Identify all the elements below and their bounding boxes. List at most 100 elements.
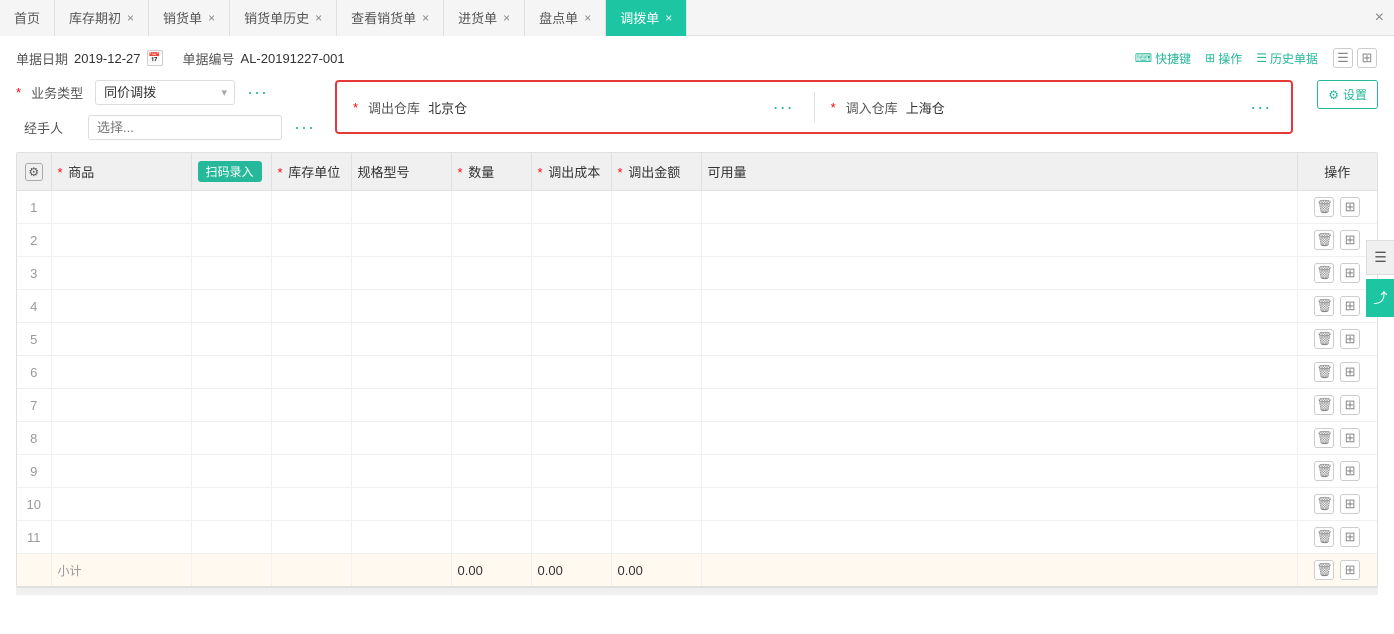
- row-cost-11[interactable]: [531, 521, 611, 554]
- row-goods-5[interactable]: [51, 323, 191, 356]
- row-amount-1[interactable]: [611, 191, 701, 224]
- date-value[interactable]: 2019-12-27: [74, 51, 141, 66]
- row-unit-6[interactable]: [271, 356, 351, 389]
- tab-close-sales-history[interactable]: ×: [315, 11, 322, 25]
- row-qty-11[interactable]: [451, 521, 531, 554]
- copy-row-9-button[interactable]: ⊞: [1340, 461, 1360, 481]
- tab-close-transfer[interactable]: ×: [665, 11, 672, 25]
- row-qty-3[interactable]: [451, 257, 531, 290]
- row-goods-4[interactable]: [51, 290, 191, 323]
- row-cost-3[interactable]: [531, 257, 611, 290]
- row-unit-9[interactable]: [271, 455, 351, 488]
- row-amount-4[interactable]: [611, 290, 701, 323]
- tab-close-stocktake[interactable]: ×: [584, 11, 591, 25]
- row-amount-7[interactable]: [611, 389, 701, 422]
- row-qty-6[interactable]: [451, 356, 531, 389]
- warehouse-in-more-btn[interactable]: ···: [1246, 97, 1275, 118]
- tab-close-purchase[interactable]: ×: [503, 11, 510, 25]
- row-cost-8[interactable]: [531, 422, 611, 455]
- row-cost-9[interactable]: [531, 455, 611, 488]
- view-grid-btn[interactable]: ⊞: [1357, 48, 1377, 68]
- tab-purchase[interactable]: 进货单 ×: [444, 0, 525, 36]
- row-amount-10[interactable]: [611, 488, 701, 521]
- row-amount-11[interactable]: [611, 521, 701, 554]
- row-goods-3[interactable]: [51, 257, 191, 290]
- row-goods-6[interactable]: [51, 356, 191, 389]
- row-spec-9[interactable]: [351, 455, 451, 488]
- subtotal-delete-btn[interactable]: 🗑: [1314, 560, 1334, 580]
- row-qty-9[interactable]: [451, 455, 531, 488]
- row-qty-8[interactable]: [451, 422, 531, 455]
- handler-input[interactable]: [88, 115, 282, 140]
- row-goods-11[interactable]: [51, 521, 191, 554]
- row-qty-4[interactable]: [451, 290, 531, 323]
- warehouse-in-value[interactable]: 上海仓: [906, 98, 945, 117]
- scan-input-button[interactable]: 扫码录入: [198, 161, 262, 182]
- row-spec-3[interactable]: [351, 257, 451, 290]
- tab-inventory-init[interactable]: 库存期初 ×: [55, 0, 149, 36]
- row-amount-2[interactable]: [611, 224, 701, 257]
- tab-close-inventory-init[interactable]: ×: [127, 11, 134, 25]
- tab-transfer[interactable]: 调拨单 ×: [606, 0, 687, 36]
- row-spec-11[interactable]: [351, 521, 451, 554]
- float-list-icon[interactable]: ☰: [1366, 240, 1394, 275]
- settings-button[interactable]: ⚙ 设置: [1317, 80, 1378, 109]
- row-unit-11[interactable]: [271, 521, 351, 554]
- row-spec-10[interactable]: [351, 488, 451, 521]
- row-qty-7[interactable]: [451, 389, 531, 422]
- delete-row-4-button[interactable]: 🗑: [1314, 296, 1334, 316]
- row-spec-8[interactable]: [351, 422, 451, 455]
- row-amount-5[interactable]: [611, 323, 701, 356]
- copy-row-11-button[interactable]: ⊞: [1340, 527, 1360, 547]
- tab-close-sales-order[interactable]: ×: [208, 11, 215, 25]
- row-qty-2[interactable]: [451, 224, 531, 257]
- row-cost-5[interactable]: [531, 323, 611, 356]
- copy-row-5-button[interactable]: ⊞: [1340, 329, 1360, 349]
- tab-home[interactable]: 首页: [0, 0, 55, 36]
- row-unit-8[interactable]: [271, 422, 351, 455]
- row-cost-2[interactable]: [531, 224, 611, 257]
- operations-btn[interactable]: ⊞ 操作: [1205, 50, 1242, 67]
- row-qty-10[interactable]: [451, 488, 531, 521]
- row-goods-2[interactable]: [51, 224, 191, 257]
- row-spec-4[interactable]: [351, 290, 451, 323]
- tab-close-all-button[interactable]: ×: [1365, 0, 1394, 36]
- tab-view-sales[interactable]: 查看销货单 ×: [337, 0, 444, 36]
- row-amount-9[interactable]: [611, 455, 701, 488]
- row-spec-2[interactable]: [351, 224, 451, 257]
- row-cost-4[interactable]: [531, 290, 611, 323]
- row-unit-2[interactable]: [271, 224, 351, 257]
- row-unit-7[interactable]: [271, 389, 351, 422]
- row-spec-7[interactable]: [351, 389, 451, 422]
- delete-row-10-button[interactable]: 🗑: [1314, 494, 1334, 514]
- subtotal-copy-btn[interactable]: ⊞: [1340, 560, 1360, 580]
- row-cost-1[interactable]: [531, 191, 611, 224]
- delete-row-11-button[interactable]: 🗑: [1314, 527, 1334, 547]
- row-spec-5[interactable]: [351, 323, 451, 356]
- th-gear[interactable]: ⚙: [17, 153, 51, 191]
- copy-row-10-button[interactable]: ⊞: [1340, 494, 1360, 514]
- business-type-more-btn[interactable]: ···: [243, 82, 272, 103]
- delete-row-9-button[interactable]: 🗑: [1314, 461, 1334, 481]
- row-amount-3[interactable]: [611, 257, 701, 290]
- horizontal-scrollbar[interactable]: [16, 587, 1378, 595]
- warehouse-out-more-btn[interactable]: ···: [769, 97, 798, 118]
- copy-row-7-button[interactable]: ⊞: [1340, 395, 1360, 415]
- copy-row-2-button[interactable]: ⊞: [1340, 230, 1360, 250]
- row-unit-1[interactable]: [271, 191, 351, 224]
- row-cost-7[interactable]: [531, 389, 611, 422]
- delete-row-2-button[interactable]: 🗑: [1314, 230, 1334, 250]
- delete-row-8-button[interactable]: 🗑: [1314, 428, 1334, 448]
- row-goods-10[interactable]: [51, 488, 191, 521]
- row-goods-7[interactable]: [51, 389, 191, 422]
- history-btn[interactable]: ☰ 历史单据: [1256, 50, 1318, 67]
- row-unit-10[interactable]: [271, 488, 351, 521]
- row-goods-8[interactable]: [51, 422, 191, 455]
- copy-row-8-button[interactable]: ⊞: [1340, 428, 1360, 448]
- row-goods-1[interactable]: [51, 191, 191, 224]
- tab-sales-order[interactable]: 销货单 ×: [149, 0, 230, 36]
- float-export-icon[interactable]: ⤴: [1366, 279, 1394, 317]
- delete-row-3-button[interactable]: 🗑: [1314, 263, 1334, 283]
- row-unit-5[interactable]: [271, 323, 351, 356]
- view-list-btn[interactable]: ☰: [1333, 48, 1353, 68]
